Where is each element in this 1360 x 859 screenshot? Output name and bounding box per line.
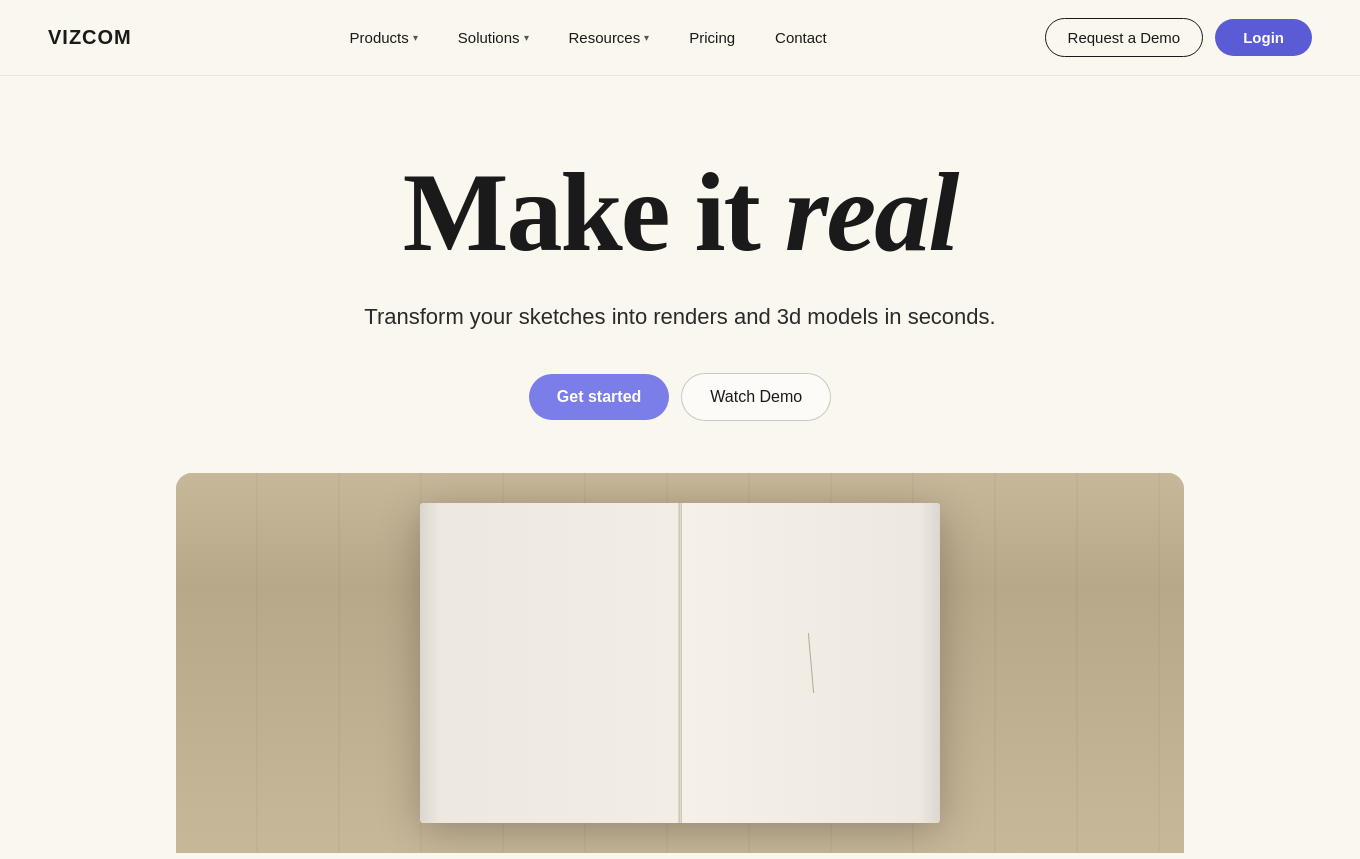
request-demo-button[interactable]: Request a Demo (1045, 18, 1204, 57)
hero-section: Make it real Transform your sketches int… (0, 76, 1360, 853)
pencil-mark (808, 633, 814, 693)
hero-title: Make it real (403, 156, 958, 268)
navbar: VIZCOM Products ▾ Solutions ▾ Resources … (0, 0, 1360, 76)
nav-links: Products ▾ Solutions ▾ Resources ▾ Prici… (334, 21, 843, 54)
nav-solutions-label: Solutions (458, 29, 520, 46)
page-stack-1 (684, 505, 940, 823)
nav-contact-label: Contact (775, 29, 827, 46)
nav-products[interactable]: Products ▾ (334, 21, 434, 54)
hero-title-italic: real (785, 150, 957, 274)
watch-demo-button[interactable]: Watch Demo (681, 373, 831, 421)
get-started-button[interactable]: Get started (529, 374, 669, 420)
nav-pricing-label: Pricing (689, 29, 735, 46)
hero-image (176, 473, 1184, 853)
notebook-right-page (682, 503, 940, 823)
notebook (420, 503, 940, 823)
nav-resources[interactable]: Resources ▾ (553, 21, 666, 54)
notebook-left-page (420, 503, 679, 823)
brand-logo[interactable]: VIZCOM (48, 26, 132, 49)
hero-title-text: Make it (403, 150, 785, 274)
nav-pricing[interactable]: Pricing (673, 21, 751, 54)
chevron-down-icon: ▾ (524, 32, 529, 43)
page-stack-2 (686, 507, 940, 823)
chevron-down-icon: ▾ (413, 32, 418, 43)
hero-subtitle: Transform your sketches into renders and… (364, 300, 995, 333)
notebook-scene (176, 473, 1184, 853)
hero-cta-buttons: Get started Watch Demo (529, 373, 831, 421)
nav-resources-label: Resources (569, 29, 641, 46)
nav-products-label: Products (350, 29, 409, 46)
nav-solutions[interactable]: Solutions ▾ (442, 21, 545, 54)
nav-actions: Request a Demo Login (1045, 18, 1312, 57)
login-button[interactable]: Login (1215, 19, 1312, 56)
nav-contact[interactable]: Contact (759, 21, 843, 54)
chevron-down-icon: ▾ (644, 32, 649, 43)
